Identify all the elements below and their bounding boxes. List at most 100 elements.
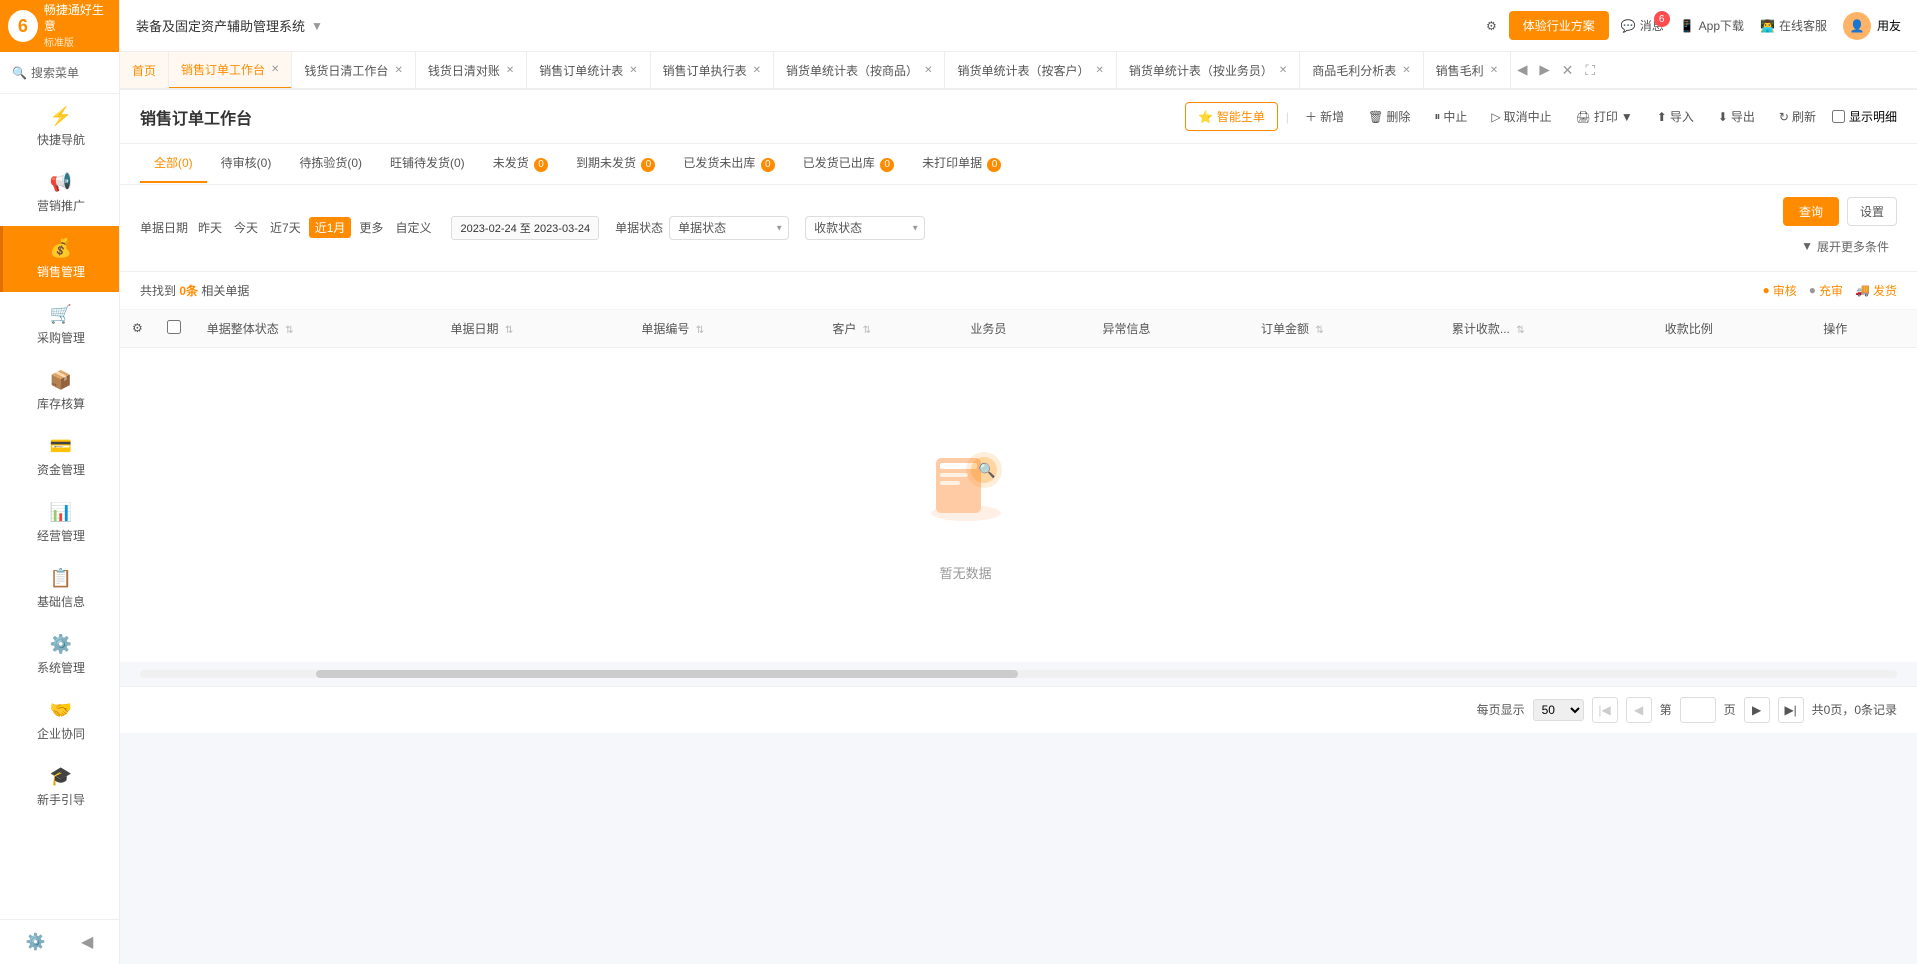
config-icon[interactable]: ⚙ (132, 321, 143, 335)
quick-nav-icon: ⚡ (50, 106, 72, 127)
sidebar-item-enterprise[interactable]: 🤝 企业协同 (0, 688, 119, 754)
date-custom-button[interactable]: 自定义 (391, 217, 435, 238)
sort-amount-icon[interactable]: ⇅ (1315, 325, 1323, 336)
online-service-button[interactable]: 👨‍💻 在线客服 (1760, 17, 1827, 34)
cancel-pause-label: 取消中止 (1504, 108, 1552, 125)
sidebar-item-sales[interactable]: 💰 销售管理 (0, 226, 119, 292)
sidebar-item-basic[interactable]: 📋 基础信息 (0, 556, 119, 622)
sort-number-icon[interactable]: ⇅ (696, 325, 704, 336)
ship-icon: 🚚 (1855, 283, 1870, 297)
export-button[interactable]: ⬇ 导出 (1710, 103, 1763, 130)
tab-close-sales-workbench[interactable]: ✕ (271, 64, 279, 75)
tab-close-sales-stat-product[interactable]: ✕ (924, 65, 932, 76)
scroll-thumb[interactable] (316, 670, 1019, 678)
search-menu-button[interactable]: 🔍 搜索菜单 (8, 60, 111, 85)
tab-scroll-right-button[interactable]: ▶ (1533, 52, 1555, 89)
tab-close-sales-exec[interactable]: ✕ (753, 65, 761, 76)
select-all-checkbox[interactable] (167, 320, 181, 334)
tab-sales-profit[interactable]: 销售毛利 ✕ (1424, 52, 1511, 89)
expand-more-button[interactable]: ▼ 展开更多条件 (1793, 234, 1897, 259)
delete-button[interactable]: 🗑 删除 (1360, 103, 1418, 130)
tab-sales-stat[interactable]: 销售订单统计表 ✕ (527, 52, 650, 89)
status-select[interactable]: 单据状态 (669, 216, 789, 240)
sort-date-icon[interactable]: ⇅ (505, 325, 513, 336)
horizontal-scrollbar[interactable] (140, 670, 1897, 678)
tab-sales-stat-staff[interactable]: 销货单统计表（按业务员） ✕ (1117, 52, 1300, 89)
user-area[interactable]: 👤 用友 (1843, 12, 1901, 40)
sort-status-icon[interactable]: ⇅ (285, 325, 293, 336)
tab-close-cash-daily[interactable]: ✕ (394, 65, 402, 76)
search-menu-area[interactable]: 🔍 搜索菜单 (0, 52, 119, 94)
cancel-pause-button[interactable]: ▷ 取消中止 (1483, 103, 1559, 130)
message-button[interactable]: 💬 6 消息 (1621, 17, 1664, 34)
tab-sales-exec[interactable]: 销售订单执行表 ✕ (651, 52, 774, 89)
filter-tab-all[interactable]: 全部(0) (140, 144, 207, 183)
filter-tab-unprinted[interactable]: 未打印单据 0 (908, 144, 1015, 184)
app-download-button[interactable]: 📱 App下载 (1680, 17, 1744, 34)
show-detail-label[interactable]: 显示明细 (1832, 108, 1897, 125)
tab-close-sales-stat-customer[interactable]: ✕ (1095, 65, 1103, 76)
tab-cash-reconcile[interactable]: 钱货日清对账 ✕ (416, 52, 527, 89)
settings-search-button[interactable]: 设置 (1847, 197, 1897, 226)
filter-tab-wangpu-ship[interactable]: 旺铺待发货(0) (376, 144, 479, 183)
page-first-button[interactable]: |◀ (1592, 697, 1618, 723)
tab-close-sales-profit[interactable]: ✕ (1490, 65, 1498, 76)
sidebar-item-purchase[interactable]: 🛒 采购管理 (0, 292, 119, 358)
print-button[interactable]: 🖨 打印 ▼ (1568, 103, 1641, 130)
sort-collected-icon[interactable]: ⇅ (1516, 325, 1524, 336)
tab-home[interactable]: 首页 (120, 52, 169, 89)
page-last-button[interactable]: ▶| (1778, 697, 1804, 723)
settings-bottom-button[interactable]: ⚙️ (26, 932, 46, 952)
tab-expand-button[interactable]: ⛶ (1579, 52, 1601, 89)
ship-button[interactable]: 🚚 发货 (1855, 282, 1897, 299)
sidebar-item-system[interactable]: ⚙️ 系统管理 (0, 622, 119, 688)
delete-label: 删除 (1386, 108, 1410, 125)
tab-cash-daily[interactable]: 钱货日清工作台 ✕ (292, 52, 415, 89)
filter-tab-pending-review[interactable]: 待审核(0) (207, 144, 286, 183)
sidebar-item-quick-nav[interactable]: ⚡ 快捷导航 (0, 94, 119, 160)
tab-close-goods-margin[interactable]: ✕ (1402, 65, 1410, 76)
tab-scroll-left-button[interactable]: ◀ (1511, 52, 1533, 89)
import-button[interactable]: ⬆ 导入 (1649, 103, 1702, 130)
smart-create-button[interactable]: ⭐ 智能生单 (1185, 102, 1278, 131)
sidebar-item-inventory[interactable]: 📦 库存核算 (0, 358, 119, 424)
tab-close-cash-reconcile[interactable]: ✕ (506, 65, 514, 76)
per-page-select[interactable]: 50 10 20 100 (1533, 699, 1584, 721)
filter-tab-unshipped[interactable]: 未发货 0 (479, 144, 562, 184)
show-detail-checkbox[interactable] (1832, 110, 1845, 123)
query-button[interactable]: 查询 (1783, 197, 1839, 226)
sidebar-item-finance[interactable]: 💳 资金管理 (0, 424, 119, 490)
pause-button[interactable]: ⏸ 中止 (1426, 103, 1475, 130)
filter-tab-pending-inspect[interactable]: 待拣验货(0) (285, 144, 376, 183)
sort-customer-icon[interactable]: ⇅ (863, 325, 871, 336)
date-1month-button[interactable]: 近1月 (309, 217, 352, 238)
filter-tab-shipped-no-stock[interactable]: 已发货未出库 0 (669, 144, 788, 184)
page-next-button[interactable]: ▶ (1744, 697, 1770, 723)
tab-sales-stat-customer[interactable]: 销货单统计表（按客户） ✕ (945, 52, 1116, 89)
date-7days-button[interactable]: 近7天 (266, 217, 305, 238)
new-button[interactable]: ＋ 新增 (1297, 103, 1352, 130)
tab-close-sales-stat-staff[interactable]: ✕ (1279, 65, 1287, 76)
filter-tab-overdue-unshipped[interactable]: 到期未发货 0 (562, 144, 669, 184)
payment-status-select[interactable]: 收款状态 (805, 216, 925, 240)
date-today-button[interactable]: 今天 (230, 217, 262, 238)
sidebar-item-marketing[interactable]: 📢 营销推广 (0, 160, 119, 226)
collapse-button[interactable]: ◀ (81, 932, 93, 952)
review-button[interactable]: ● 审核 (1763, 282, 1797, 299)
tab-close-all-button[interactable]: ✕ (1556, 52, 1580, 89)
tab-sales-workbench[interactable]: 销售订单工作台 ✕ (169, 52, 292, 89)
sidebar-item-guide[interactable]: 🎓 新手引导 (0, 754, 119, 820)
date-more-button[interactable]: 更多 (355, 217, 387, 238)
refresh-button[interactable]: ↻ 刷新 (1771, 103, 1824, 130)
tab-sales-stat-product[interactable]: 销货单统计表（按商品） ✕ (774, 52, 945, 89)
industry-solution-button[interactable]: 体验行业方案 (1509, 11, 1609, 40)
filter-tab-shipped-out[interactable]: 已发货已出库 0 (789, 144, 908, 184)
cancel-review-button[interactable]: ● 充审 (1809, 282, 1843, 299)
tab-close-sales-stat[interactable]: ✕ (629, 65, 637, 76)
tab-goods-margin[interactable]: 商品毛利分析表 ✕ (1300, 52, 1423, 89)
settings-icon-button[interactable]: ⚙ (1486, 19, 1497, 33)
date-yesterday-button[interactable]: 昨天 (194, 217, 226, 238)
sidebar-item-operations[interactable]: 📊 经营管理 (0, 490, 119, 556)
page-prev-button[interactable]: ◀ (1626, 697, 1652, 723)
page-number-input[interactable]: 1 (1680, 697, 1716, 723)
